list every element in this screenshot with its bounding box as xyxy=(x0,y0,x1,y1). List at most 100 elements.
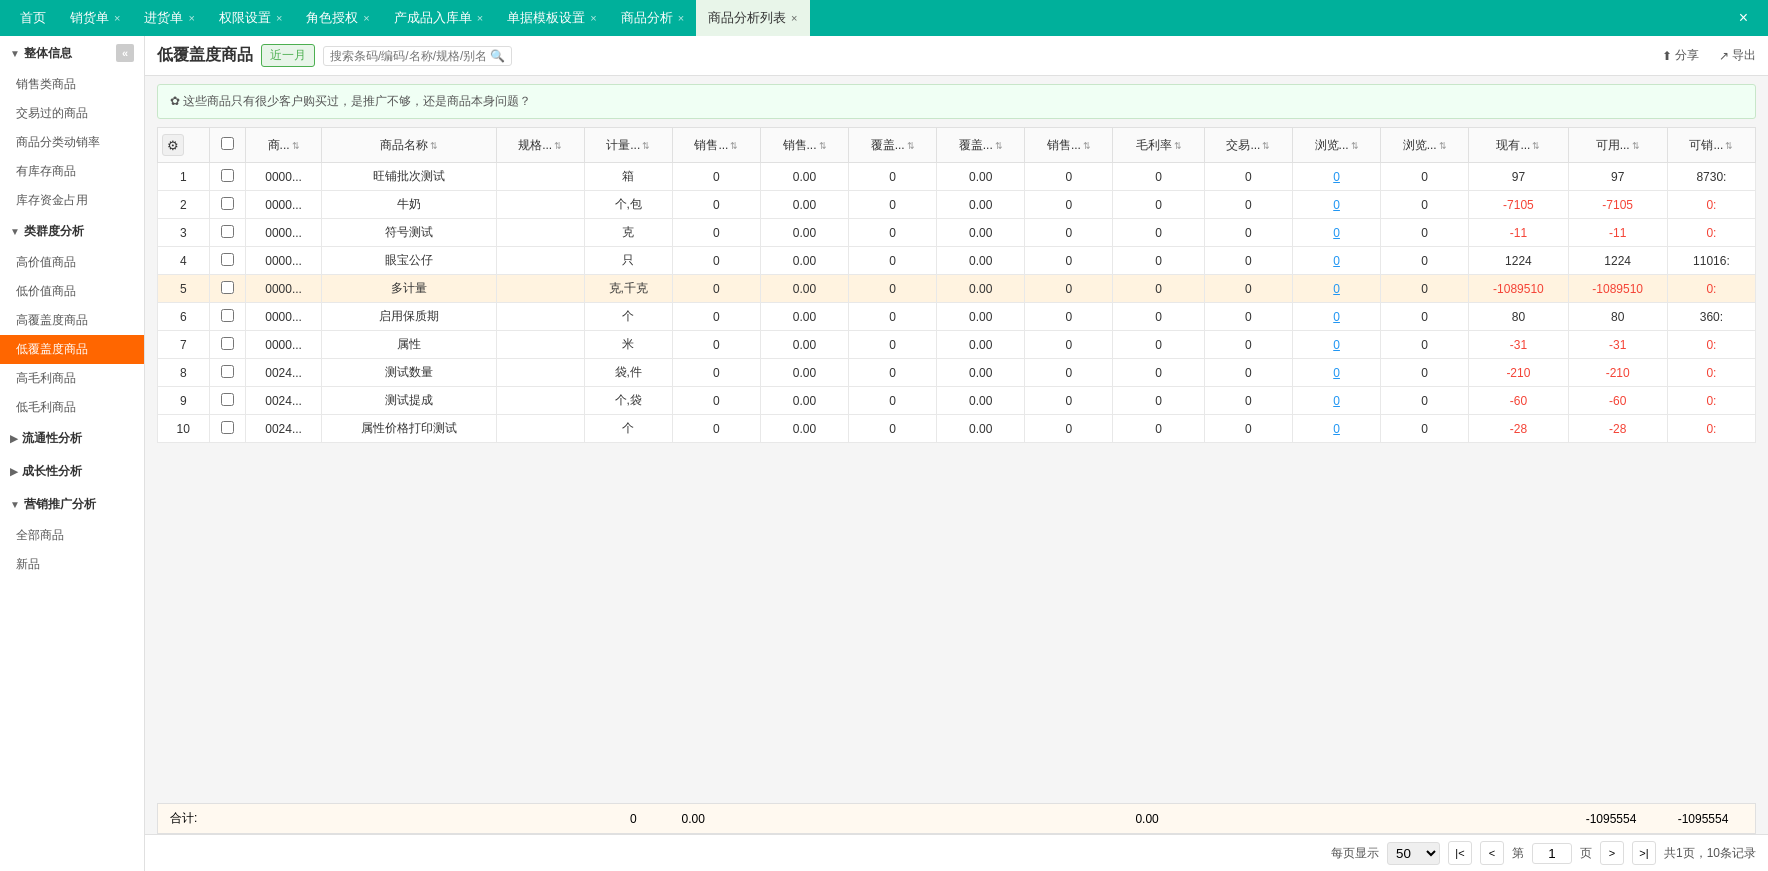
sidebar-section-cluster[interactable]: ▼ 类群度分析 xyxy=(0,215,144,248)
sidebar-item-high-value[interactable]: 高价值商品 xyxy=(0,248,144,277)
table-cell[interactable] xyxy=(209,415,246,443)
sidebar-item-high-margin[interactable]: 高毛利商品 xyxy=(0,364,144,393)
col-spec[interactable]: 规格...⇅ xyxy=(496,128,584,163)
close-icon[interactable]: × xyxy=(114,12,120,24)
col-checkbox[interactable] xyxy=(209,128,246,163)
next-page-button[interactable]: > xyxy=(1600,841,1624,865)
export-button[interactable]: ↗ 导出 xyxy=(1719,47,1756,64)
sidebar-item-new-goods[interactable]: 新品 xyxy=(0,550,144,579)
per-page-select[interactable]: 50 20 100 xyxy=(1387,842,1440,865)
data-table-container[interactable]: ⚙ 商...⇅ 商品名称⇅ 规格...⇅ 计量...⇅ 销售...⇅ 销售...… xyxy=(157,127,1756,803)
table-cell[interactable] xyxy=(209,247,246,275)
table-cell[interactable]: 0 xyxy=(1293,219,1381,247)
search-icon[interactable]: 🔍 xyxy=(490,49,505,63)
table-cell[interactable]: 0 xyxy=(1293,191,1381,219)
nav-product-warehouse[interactable]: 产成品入库单 × xyxy=(382,0,495,36)
first-page-button[interactable]: |< xyxy=(1448,841,1472,865)
table-cell[interactable]: 0 xyxy=(1293,331,1381,359)
sidebar-item-high-coverage[interactable]: 高覆盖度商品 xyxy=(0,306,144,335)
table-cell: 0 xyxy=(1113,247,1204,275)
col-browse1[interactable]: 浏览...⇅ xyxy=(1293,128,1381,163)
nav-product-analysis-list[interactable]: 商品分析列表 × xyxy=(696,0,809,36)
nav-template-settings[interactable]: 单据模板设置 × xyxy=(495,0,608,36)
col-cover1[interactable]: 覆盖...⇅ xyxy=(849,128,937,163)
table-cell[interactable] xyxy=(209,331,246,359)
sidebar-item-in-stock[interactable]: 有库存商品 xyxy=(0,157,144,186)
close-icon[interactable]: × xyxy=(276,12,282,24)
nav-home[interactable]: 首页 xyxy=(8,0,58,36)
table-cell[interactable]: 0 xyxy=(1293,415,1381,443)
table-cell: 0000... xyxy=(246,303,322,331)
sidebar-section-marketing[interactable]: ▼ 营销推广分析 xyxy=(0,488,144,521)
table-cell: 0 xyxy=(849,275,937,303)
nav-permission-settings[interactable]: 权限设置 × xyxy=(207,0,294,36)
table-row: 30000...符号测试克00.0000.0000000-11-110: xyxy=(158,219,1756,247)
close-icon[interactable]: × xyxy=(477,12,483,24)
sidebar-item-low-margin[interactable]: 低毛利商品 xyxy=(0,393,144,422)
search-input[interactable] xyxy=(330,49,490,63)
table-cell[interactable] xyxy=(209,303,246,331)
table-cell[interactable]: 0 xyxy=(1293,275,1381,303)
sidebar-item-category-rate[interactable]: 商品分类动销率 xyxy=(0,128,144,157)
page-number-input[interactable] xyxy=(1532,843,1572,864)
table-row: 60000...启用保质期个00.0000.00000008080360: xyxy=(158,303,1756,331)
close-icon[interactable]: × xyxy=(188,12,194,24)
select-all-checkbox[interactable] xyxy=(221,137,234,150)
table-cell[interactable]: 0 xyxy=(1293,163,1381,191)
table-cell: 4 xyxy=(158,247,210,275)
table-cell[interactable]: 0 xyxy=(1293,303,1381,331)
col-gross-margin[interactable]: 毛利率⇅ xyxy=(1113,128,1204,163)
col-unit[interactable]: 计量...⇅ xyxy=(584,128,672,163)
table-cell: 80 xyxy=(1568,303,1667,331)
table-cell: 0.00 xyxy=(760,303,848,331)
close-icon[interactable]: × xyxy=(590,12,596,24)
sidebar-item-sales-goods[interactable]: 销售类商品 xyxy=(0,70,144,99)
nav-product-analysis[interactable]: 商品分析 × xyxy=(609,0,696,36)
col-cover2[interactable]: 覆盖...⇅ xyxy=(937,128,1025,163)
col-code[interactable]: 商...⇅ xyxy=(246,128,322,163)
close-icon[interactable]: × xyxy=(678,12,684,24)
nav-role-auth[interactable]: 角色授权 × xyxy=(294,0,381,36)
table-cell[interactable] xyxy=(209,163,246,191)
table-cell: 0000... xyxy=(246,275,322,303)
last-page-button[interactable]: >| xyxy=(1632,841,1656,865)
main-layout: ▼ 整体信息 « 销售类商品 交易过的商品 商品分类动销率 有库存商品 库存资金… xyxy=(0,36,1768,871)
share-button[interactable]: ⬆ 分享 xyxy=(1662,47,1699,64)
prev-page-button[interactable]: < xyxy=(1480,841,1504,865)
sidebar-item-stock-funds[interactable]: 库存资金占用 xyxy=(0,186,144,215)
table-cell[interactable] xyxy=(209,191,246,219)
nav-sales-order[interactable]: 销货单 × xyxy=(58,0,132,36)
table-cell[interactable]: 0 xyxy=(1293,247,1381,275)
period-button[interactable]: 近一月 xyxy=(261,44,315,67)
col-transaction[interactable]: 交易...⇅ xyxy=(1204,128,1292,163)
close-icon[interactable]: × xyxy=(363,12,369,24)
close-icon[interactable]: × xyxy=(791,12,797,24)
sidebar-section-growth[interactable]: ▶ 成长性分析 xyxy=(0,455,144,488)
collapse-icon[interactable]: « xyxy=(116,44,134,62)
sidebar-item-low-coverage[interactable]: 低覆盖度商品 xyxy=(0,335,144,364)
sidebar-item-traded-goods[interactable]: 交易过的商品 xyxy=(0,99,144,128)
sidebar-item-low-value[interactable]: 低价值商品 xyxy=(0,277,144,306)
col-available-stock[interactable]: 可用...⇅ xyxy=(1568,128,1667,163)
nav-purchase-order[interactable]: 进货单 × xyxy=(132,0,206,36)
col-sales-amt[interactable]: 销售...⇅ xyxy=(760,128,848,163)
sidebar-item-all-goods[interactable]: 全部商品 xyxy=(0,521,144,550)
table-cell[interactable] xyxy=(209,387,246,415)
col-sales-qty[interactable]: 销售...⇅ xyxy=(672,128,760,163)
col-browse2[interactable]: 浏览...⇅ xyxy=(1381,128,1469,163)
sidebar-section-overview[interactable]: ▼ 整体信息 « xyxy=(0,36,144,70)
col-name[interactable]: 商品名称⇅ xyxy=(322,128,497,163)
table-cell[interactable]: 0 xyxy=(1293,387,1381,415)
table-cell[interactable] xyxy=(209,275,246,303)
table-cell[interactable] xyxy=(209,219,246,247)
col-sellable[interactable]: 可销...⇅ xyxy=(1667,128,1755,163)
col-sales3[interactable]: 销售...⇅ xyxy=(1025,128,1113,163)
table-cell[interactable]: 0 xyxy=(1293,359,1381,387)
window-close-button[interactable]: × xyxy=(1727,9,1760,27)
sidebar-section-liquidity[interactable]: ▶ 流通性分析 xyxy=(0,422,144,455)
table-cell[interactable] xyxy=(209,359,246,387)
table-cell: 0 xyxy=(1025,331,1113,359)
table-cell: 箱 xyxy=(584,163,672,191)
col-current-stock[interactable]: 现有...⇅ xyxy=(1469,128,1568,163)
col-settings[interactable]: ⚙ xyxy=(158,128,210,163)
